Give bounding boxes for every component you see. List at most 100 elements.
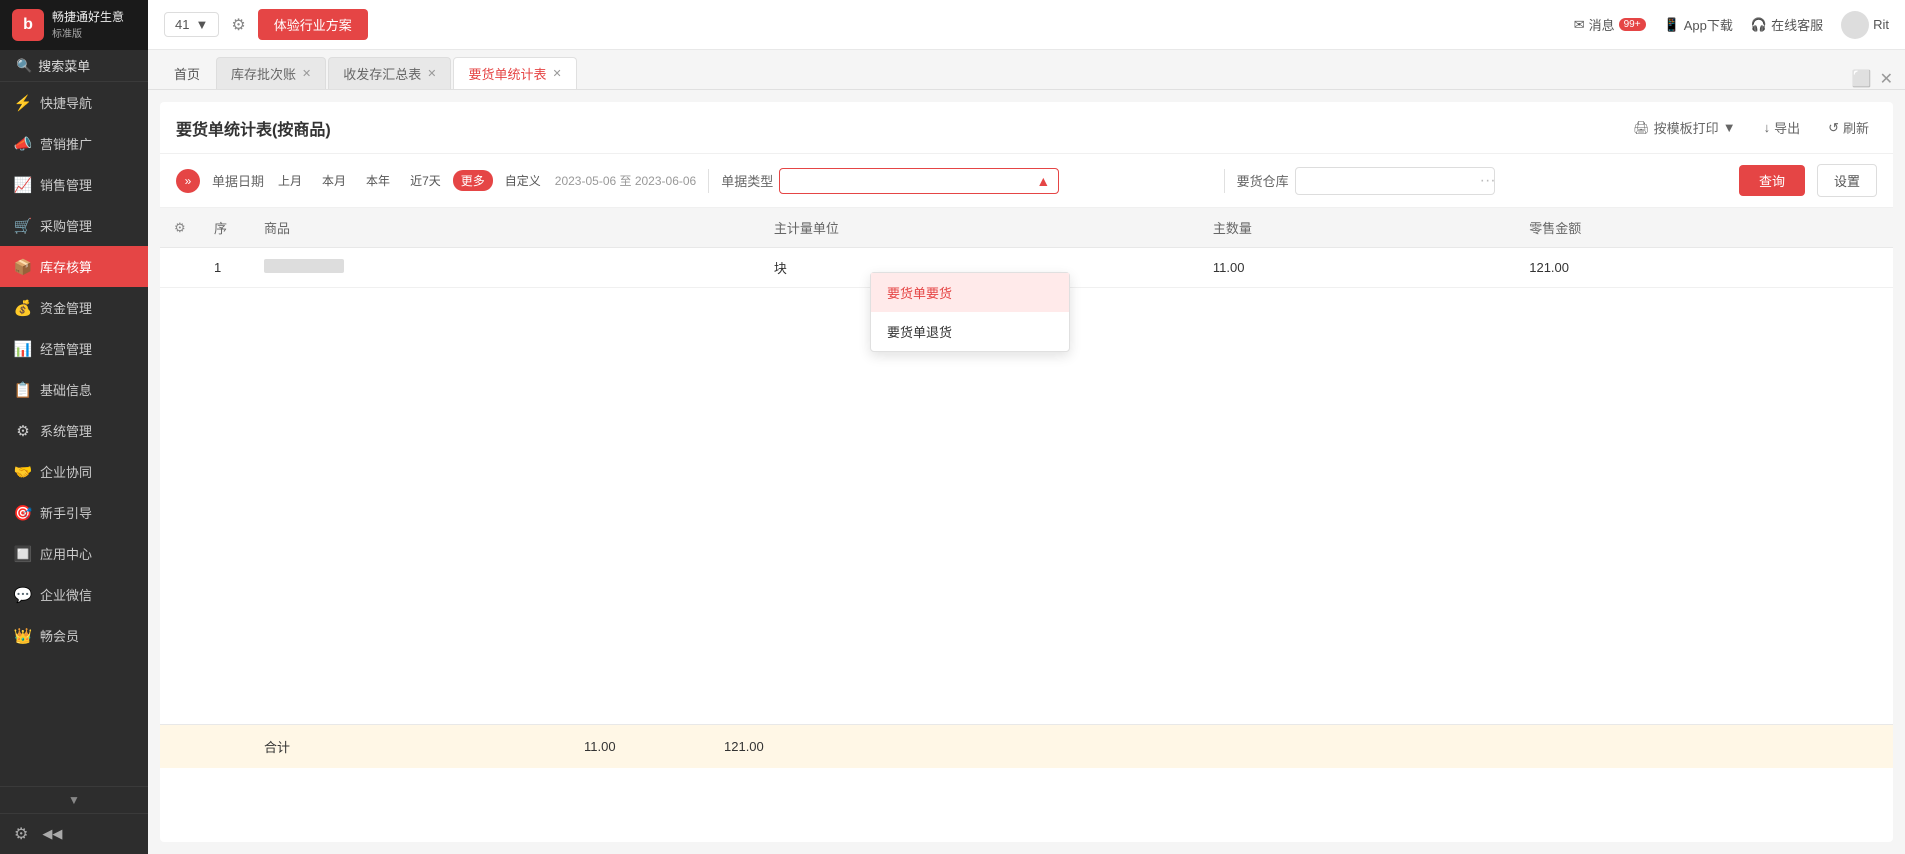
sidebar-item-enterprise[interactable]: 🤝 企业协同 [0,451,148,492]
sidebar-item-marketing[interactable]: 📣 营销推广 [0,123,148,164]
headset-icon: 🎧 [1751,17,1767,33]
type-filter-chevron-icon[interactable]: ▲ [1036,173,1050,189]
notification-badge: 99+ [1619,18,1646,31]
sidebar-item-wechat[interactable]: 💬 企业微信 [0,574,148,615]
tab-order-stats[interactable]: 要货单统计表 ✕ [453,57,576,89]
basic-icon: 📋 [14,381,32,399]
col-goods: 商品 [250,208,760,248]
warehouse-filter-label: 要货仓库 [1237,171,1289,190]
type-filter-input[interactable] [788,173,1036,188]
tab-home[interactable]: 首页 [160,58,214,89]
set-button[interactable]: 设置 [1817,164,1877,197]
collapse-icon[interactable]: ◀◀ [42,826,62,842]
filter-expand-btn[interactable]: » [176,169,200,193]
sidebar-search[interactable]: 🔍 搜索菜单 [0,50,148,82]
date-btn-this-year[interactable]: 本年 [358,169,398,192]
refresh-icon: ↺ [1828,120,1839,136]
sidebar-item-label: 经营管理 [40,339,92,358]
sidebar: b 畅捷通好生意 标准版 🔍 搜索菜单 ⚡ 快捷导航 📣 营销推广 📈 销售管理… [0,0,148,854]
wechat-icon: 💬 [14,586,32,604]
warehouse-more-icon[interactable]: ··· [1480,172,1496,190]
tab-expand-area: ⬜ ✕ [1852,69,1893,89]
app-logo-icon: b [12,9,44,41]
col-unit: 主计量单位 [760,208,1199,248]
dropdown-item-order-return[interactable]: 要货单退货 [871,312,1069,351]
online-service-btn[interactable]: 🎧 在线客服 [1751,15,1823,34]
footer-label: 合计 [264,737,464,756]
tab-order-stats-close[interactable]: ✕ [553,67,562,80]
sidebar-item-finance[interactable]: 💰 资金管理 [0,287,148,328]
sidebar-item-quick-nav[interactable]: ⚡ 快捷导航 [0,82,148,123]
quick-nav-icon: ⚡ [14,94,32,112]
table-settings-icon[interactable]: ⚙ [174,220,186,235]
sidebar-item-inventory[interactable]: 📦 库存核算 [0,246,148,287]
user-name: Rit [1873,17,1889,32]
sidebar-item-guide[interactable]: 🎯 新手引导 [0,492,148,533]
print-btn[interactable]: 🖨 按模板打印 ▼ [1625,114,1743,141]
tab-restore-icon[interactable]: ⬜ [1852,69,1872,89]
selector-chevron-icon: ▼ [195,17,208,32]
date-btn-more[interactable]: 更多 [453,170,493,191]
main-area: 41 ▼ ⚙ 体验行业方案 ✉ 消息 99+ 📱 App下载 🎧 在线客服 R [148,0,1905,854]
export-label: 导出 [1774,118,1800,137]
date-btn-this-month[interactable]: 本月 [314,169,354,192]
tab-order-stats-label: 要货单统计表 [468,64,546,83]
export-btn[interactable]: ↓ 导出 [1756,114,1809,141]
sidebar-item-label: 应用中心 [40,544,92,563]
tab-batch-account-close[interactable]: ✕ [302,67,311,80]
footer-amount: 121.00 [724,739,764,754]
scroll-down-arrow[interactable]: ▼ [60,791,88,809]
sidebar-item-sales[interactable]: 📈 销售管理 [0,164,148,205]
tab-receipt-summary[interactable]: 收发存汇总表 ✕ [328,57,451,89]
col-no: 序 [200,208,250,248]
col-settings: ⚙ [160,208,200,248]
type-filter-group: 单据类型 ▲ [721,168,1211,194]
print-icon: 🖨 [1633,120,1650,136]
topbar-right: ✉ 消息 99+ 📱 App下载 🎧 在线客服 Rit [1574,11,1889,39]
date-btn-last-month[interactable]: 上月 [270,169,310,192]
type-filter-label: 单据类型 [721,171,773,190]
col-qty: 主数量 [1199,208,1515,248]
type-filter-wrapper[interactable]: ▲ [779,168,1059,194]
user-area[interactable]: Rit [1841,11,1889,39]
sidebar-item-label: 采购管理 [40,216,92,235]
date-range-display: 2023-05-06 至 2023-06-06 [555,172,696,189]
date-btn-last7days[interactable]: 近7天 [402,169,449,192]
expand-icon: » [185,174,192,188]
tab-batch-account[interactable]: 库存批次账 ✕ [216,57,326,89]
tab-receipt-summary-close[interactable]: ✕ [427,67,436,80]
sidebar-item-basic[interactable]: 📋 基础信息 [0,369,148,410]
sidebar-item-member[interactable]: 👑 畅会员 [0,615,148,656]
tab-close-all-icon[interactable]: ✕ [1880,69,1893,89]
trial-button[interactable]: 体验行业方案 [258,9,368,40]
sidebar-bottom: ⚙ ◀◀ [0,813,148,854]
query-button[interactable]: 查询 [1739,165,1805,196]
sidebar-item-label: 企业协同 [40,462,92,481]
sidebar-item-system[interactable]: ⚙ 系统管理 [0,410,148,451]
refresh-btn[interactable]: ↺ 刷新 [1820,114,1877,141]
company-selector[interactable]: 41 ▼ [164,12,219,37]
date-btn-custom[interactable]: 自定义 [497,169,549,192]
filter-separator-2 [1224,169,1225,193]
sidebar-item-apps[interactable]: 🔲 应用中心 [0,533,148,574]
date-btns: 上月 本月 本年 近7天 更多 自定义 [270,169,549,192]
app-name: 畅捷通好生意 [52,10,124,26]
settings-bottom-icon[interactable]: ⚙ [14,824,28,844]
sales-icon: 📈 [14,176,32,194]
app-download-btn[interactable]: 📱 App下载 [1664,15,1733,34]
topbar-gear-icon[interactable]: ⚙ [231,15,245,35]
inventory-icon: 📦 [14,258,32,276]
sidebar-item-label: 库存核算 [40,257,92,276]
sidebar-item-purchase[interactable]: 🛒 采购管理 [0,205,148,246]
col-amount: 零售金额 [1515,208,1893,248]
purchase-icon: 🛒 [14,217,32,235]
cell-goods [250,248,760,288]
notification-btn[interactable]: ✉ 消息 99+ [1574,15,1646,34]
finance-icon: 💰 [14,299,32,317]
operation-icon: 📊 [14,340,32,358]
page-actions: 🖨 按模板打印 ▼ ↓ 导出 ↺ 刷新 [1625,114,1877,141]
sidebar-item-operation[interactable]: 📊 经营管理 [0,328,148,369]
warehouse-filter-input[interactable] [1304,173,1480,188]
sidebar-logo: b 畅捷通好生意 标准版 [0,0,148,50]
dropdown-item-order-goods[interactable]: 要货单要货 [871,273,1069,312]
